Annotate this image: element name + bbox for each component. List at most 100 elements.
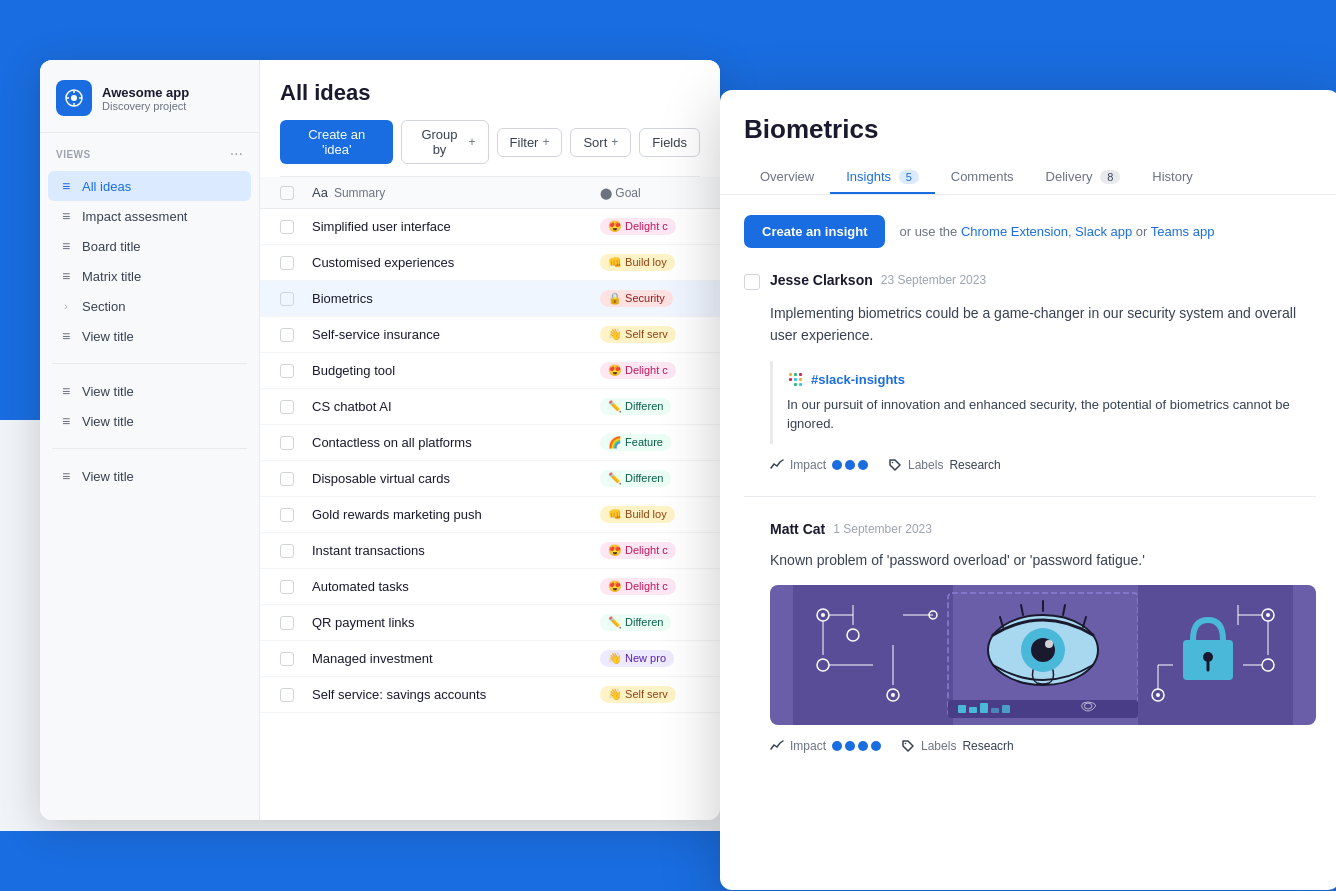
- create-insight-button[interactable]: Create an insight: [744, 215, 885, 248]
- sidebar-more-icon[interactable]: ···: [230, 145, 243, 163]
- row-goal: 👋 Self serv: [600, 686, 700, 703]
- sidebar-section-3: ≡ View title: [40, 457, 259, 495]
- sidebar-item-view-title-4[interactable]: ≡ View title: [48, 461, 251, 491]
- sidebar-item-impact-assessment[interactable]: ≡ Impact assesment: [48, 201, 251, 231]
- table-row[interactable]: CS chatbot AI ✏️ Differen: [260, 389, 720, 425]
- row-check: [280, 472, 312, 486]
- sidebar-item-label: View title: [82, 384, 134, 399]
- insight-2-impact: Impact: [770, 739, 881, 753]
- row-checkbox[interactable]: [280, 616, 294, 630]
- row-checkbox[interactable]: [280, 220, 294, 234]
- sidebar-item-all-ideas[interactable]: ≡ All ideas: [48, 171, 251, 201]
- tab-overview[interactable]: Overview: [744, 161, 830, 194]
- insight-action-bar: Create an insight or use the Chrome Exte…: [744, 215, 1316, 248]
- insight-1-label-value: Research: [949, 458, 1000, 472]
- row-checkbox[interactable]: [280, 436, 294, 450]
- table-row[interactable]: Automated tasks 😍 Delight c: [260, 569, 720, 605]
- row-summary: Instant transactions: [312, 543, 600, 558]
- table-row[interactable]: Contactless on all platforms 🌈 Feature: [260, 425, 720, 461]
- goal-tag: ✏️ Differen: [600, 398, 671, 415]
- row-checkbox[interactable]: [280, 688, 294, 702]
- teams-app-link[interactable]: Teams app: [1151, 224, 1215, 239]
- row-check: [280, 364, 312, 378]
- row-goal: 😍 Delight c: [600, 542, 700, 559]
- row-checkbox[interactable]: [280, 328, 294, 342]
- svg-point-10: [892, 461, 894, 463]
- insight-2-labels: Labels Reseacrh: [901, 739, 1014, 753]
- row-checkbox[interactable]: [280, 256, 294, 270]
- goal-tag: 😍 Delight c: [600, 218, 676, 235]
- insight-1-text: Implementing biometrics could be a game-…: [770, 302, 1316, 347]
- table-row[interactable]: Gold rewards marketing push 👊 Build loy: [260, 497, 720, 533]
- table-row[interactable]: Self-service insurance 👋 Self serv: [260, 317, 720, 353]
- row-goal: 👋 New pro: [600, 650, 700, 667]
- fields-button[interactable]: Fields: [639, 128, 700, 157]
- row-check: [280, 616, 312, 630]
- table-row[interactable]: Self service: savings accounts 👋 Self se…: [260, 677, 720, 713]
- tab-insights[interactable]: Insights 5: [830, 161, 935, 194]
- row-checkbox[interactable]: [280, 544, 294, 558]
- list-icon: ≡: [58, 238, 74, 254]
- sidebar-item-label: Board title: [82, 239, 141, 254]
- row-checkbox[interactable]: [280, 580, 294, 594]
- svg-point-42: [1266, 613, 1270, 617]
- row-checkbox[interactable]: [280, 400, 294, 414]
- create-idea-button[interactable]: Create an 'idea': [280, 120, 393, 164]
- row-summary: Managed investment: [312, 651, 600, 666]
- row-checkbox[interactable]: [280, 508, 294, 522]
- insight-1-labels: Labels Research: [888, 458, 1001, 472]
- row-goal: 👊 Build loy: [600, 254, 700, 271]
- svg-rect-54: [969, 707, 977, 713]
- sidebar-item-matrix-title[interactable]: ≡ Matrix title: [48, 261, 251, 291]
- table-row[interactable]: Budgeting tool 😍 Delight c: [260, 353, 720, 389]
- row-checkbox[interactable]: [280, 364, 294, 378]
- svg-rect-53: [958, 705, 966, 713]
- slack-app-link[interactable]: Slack app: [1075, 224, 1132, 239]
- group-by-button[interactable]: Group by +: [401, 120, 488, 164]
- sidebar-item-view-title-2[interactable]: ≡ View title: [48, 376, 251, 406]
- plus-icon: +: [542, 135, 549, 149]
- insight-2-label-value: Reseacrh: [962, 739, 1013, 753]
- table-row[interactable]: Disposable virtual cards ✏️ Differen: [260, 461, 720, 497]
- row-checkbox[interactable]: [280, 292, 294, 306]
- insight-1-checkbox[interactable]: [744, 274, 760, 290]
- table-row[interactable]: Customised experiences 👊 Build loy: [260, 245, 720, 281]
- row-goal: 😍 Delight c: [600, 578, 700, 595]
- table-row[interactable]: Simplified user interface 😍 Delight c: [260, 209, 720, 245]
- svg-rect-7: [799, 378, 802, 381]
- insight-card-2: Matt Cat 1 September 2023 Known problem …: [744, 521, 1316, 777]
- tab-history[interactable]: History: [1136, 161, 1208, 194]
- sidebar-section-header: VIEWS ···: [48, 145, 251, 171]
- sidebar-item-section[interactable]: › Section: [48, 291, 251, 321]
- table-row[interactable]: QR payment links ✏️ Differen: [260, 605, 720, 641]
- sidebar-item-view-title-3[interactable]: ≡ View title: [48, 406, 251, 436]
- insight-card-1-header: Jesse Clarkson 23 September 2023: [744, 272, 1316, 290]
- sidebar-section-title: VIEWS: [56, 149, 91, 160]
- row-summary: QR payment links: [312, 615, 600, 630]
- filter-button[interactable]: Filter +: [497, 128, 563, 157]
- row-summary: Customised experiences: [312, 255, 600, 270]
- col-check-header: [280, 186, 312, 200]
- detail-header: Biometrics Overview Insights 5 Comments …: [720, 90, 1336, 195]
- row-checkbox[interactable]: [280, 652, 294, 666]
- tab-delivery[interactable]: Delivery 8: [1030, 161, 1137, 194]
- sidebar-item-view-title-1[interactable]: ≡ View title: [48, 321, 251, 351]
- goal-tag: 🌈 Feature: [600, 434, 671, 451]
- table-row[interactable]: Biometrics 🔒 Security: [260, 281, 720, 317]
- row-summary: Gold rewards marketing push: [312, 507, 600, 522]
- select-all-checkbox[interactable]: [280, 186, 294, 200]
- chrome-extension-link[interactable]: Chrome Extension: [961, 224, 1068, 239]
- row-goal: 🌈 Feature: [600, 434, 700, 451]
- table-row[interactable]: Instant transactions 😍 Delight c: [260, 533, 720, 569]
- sort-button[interactable]: Sort +: [570, 128, 631, 157]
- row-goal: 👊 Build loy: [600, 506, 700, 523]
- row-checkbox[interactable]: [280, 472, 294, 486]
- plus-icon: +: [469, 135, 476, 149]
- tab-comments[interactable]: Comments: [935, 161, 1030, 194]
- col-goal-header: ⬤ Goal: [600, 186, 700, 200]
- insight-image: [770, 585, 1316, 725]
- table-row[interactable]: Managed investment 👋 New pro: [260, 641, 720, 677]
- insight-1-slack-channel: #slack-insights: [811, 372, 905, 387]
- sidebar-item-board-title[interactable]: ≡ Board title: [48, 231, 251, 261]
- insight-1-body: Implementing biometrics could be a game-…: [744, 302, 1316, 472]
